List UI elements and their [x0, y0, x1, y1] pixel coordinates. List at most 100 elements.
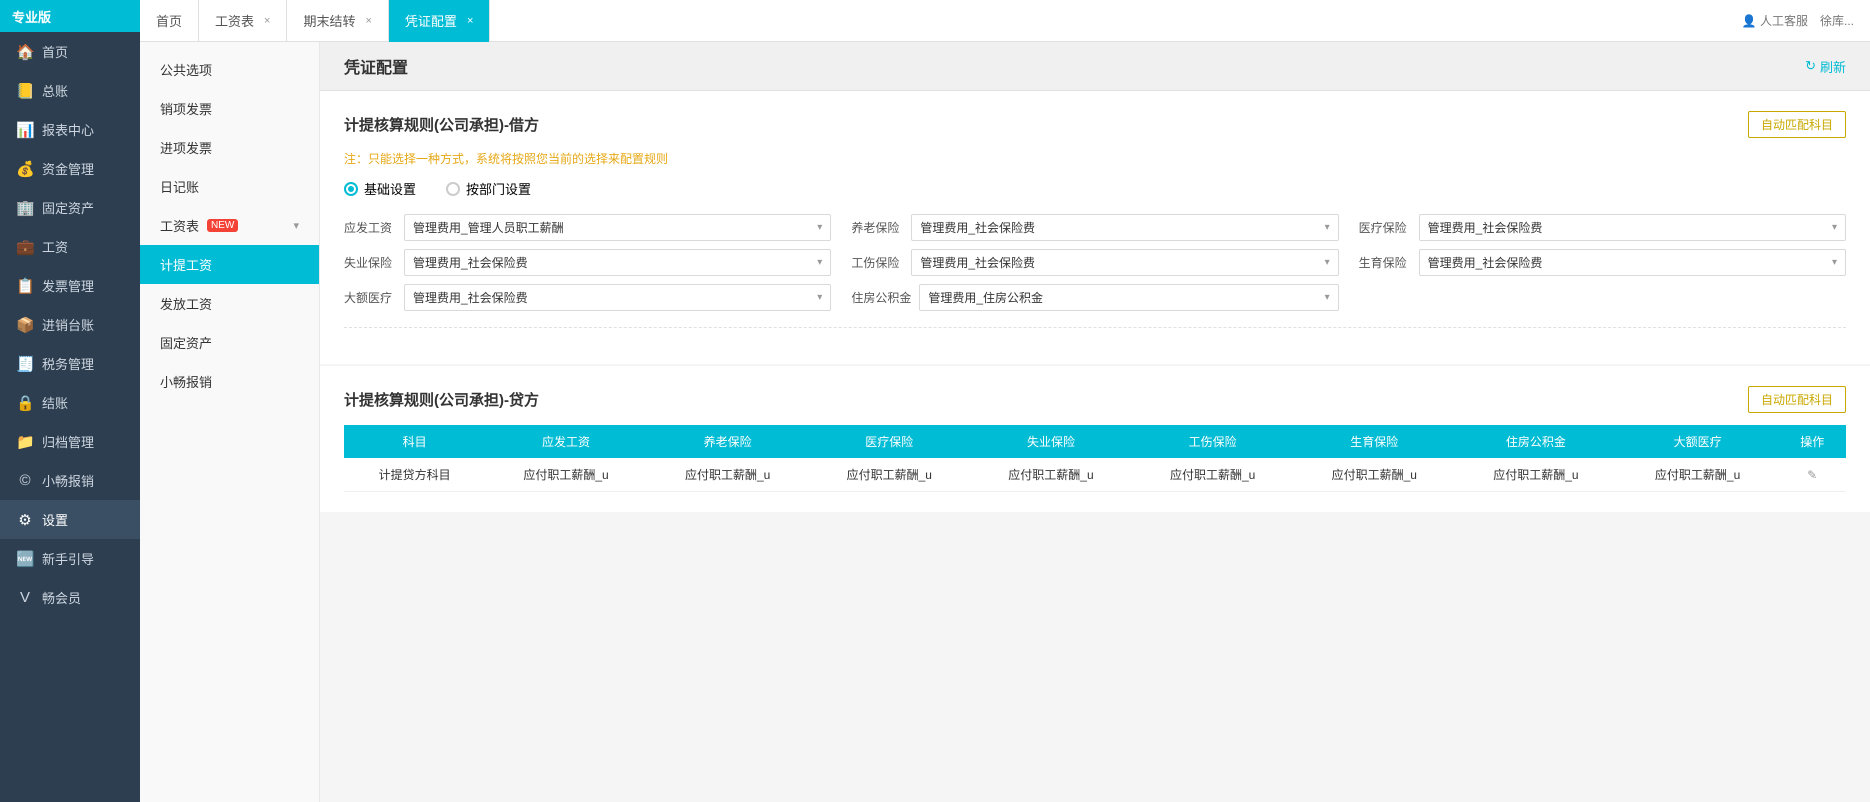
sidebar-label-funds: 资金管理 — [42, 159, 94, 178]
tab-voucher-config[interactable]: 凭证配置 × — [389, 0, 490, 42]
sidebar-item-ledger[interactable]: 📒 总账 — [0, 71, 140, 110]
th-shengyu: 生育保险 — [1293, 425, 1455, 458]
td-yanglao: 应付职工薪酬_u — [647, 458, 809, 492]
select-gjj[interactable]: 管理费用_住房公积金 ▾ — [919, 284, 1338, 311]
sidebar-item-close[interactable]: 🔒 结账 — [0, 383, 140, 422]
left-nav-calc-salary[interactable]: 计提工资 — [140, 245, 319, 284]
label-yiliao: 医疗保险 — [1359, 219, 1411, 236]
left-nav-pay-salary[interactable]: 发放工资 — [140, 284, 319, 323]
page-title: 凭证配置 — [344, 54, 408, 78]
select-yingfa[interactable]: 管理费用_管理人员职工薪酬 ▾ — [404, 214, 831, 241]
sidebar-item-salary[interactable]: 💼 工资 — [0, 227, 140, 266]
radio-dept-label: 按部门设置 — [466, 179, 531, 198]
sidebar-item-member[interactable]: V 畅会员 — [0, 578, 140, 617]
debit-field-empty — [1359, 284, 1846, 311]
debit-field-gjj: 住房公积金 管理费用_住房公积金 ▾ — [851, 284, 1338, 311]
funds-icon: 💰 — [16, 160, 34, 178]
select-daeyiliao-value: 管理费用_社会保险费 — [413, 289, 528, 306]
sidebar-item-xreport[interactable]: © 小畅报销 — [0, 461, 140, 500]
section-divider — [344, 327, 1846, 328]
debit-auto-match-button[interactable]: 自动匹配科目 — [1748, 111, 1846, 138]
debit-form-row-3: 大额医疗 管理费用_社会保险费 ▾ 住房公积金 管理费用_住房公积金 ▾ — [344, 284, 1846, 311]
tab-salary-table-close[interactable]: × — [264, 15, 270, 27]
credit-auto-match-button[interactable]: 自动匹配科目 — [1748, 386, 1846, 413]
invoice-icon: 📋 — [16, 277, 34, 295]
sidebar-item-reports[interactable]: 📊 报表中心 — [0, 110, 140, 149]
sidebar-item-funds[interactable]: 💰 资金管理 — [0, 149, 140, 188]
sidebar-item-archive[interactable]: 📁 归档管理 — [0, 422, 140, 461]
select-yingfa-value: 管理费用_管理人员职工薪酬 — [413, 219, 564, 236]
refresh-button[interactable]: ↻ 刷新 — [1805, 57, 1846, 76]
radio-basic[interactable]: 基础设置 — [344, 179, 416, 198]
chevron-yiliao-icon: ▾ — [1832, 222, 1837, 233]
tax-icon: 🧾 — [16, 355, 34, 373]
debit-section: 计提核算规则(公司承担)-借方 自动匹配科目 注：只能选择一种方式，系统将按照您… — [320, 91, 1870, 364]
select-daeyiliao[interactable]: 管理费用_社会保险费 ▾ — [404, 284, 831, 311]
left-nav-purchase-invoice[interactable]: 进项发票 — [140, 128, 319, 167]
left-nav-journal[interactable]: 日记账 — [140, 167, 319, 206]
left-nav-fixed-assets[interactable]: 固定资产 — [140, 323, 319, 362]
sidebar-item-assets[interactable]: 🏢 固定资产 — [0, 188, 140, 227]
th-gongshang: 工伤保险 — [1132, 425, 1294, 458]
sidebar-item-purchase[interactable]: 📦 进销台账 — [0, 305, 140, 344]
td-yingfa: 应付职工薪酬_u — [485, 458, 647, 492]
td-shiye: 应付职工薪酬_u — [970, 458, 1132, 492]
main-content: 凭证配置 ↻ 刷新 计提核算规则(公司承担)-借方 自动匹配科目 注：只能选择一… — [320, 42, 1870, 802]
label-gongshang: 工伤保险 — [851, 254, 903, 271]
td-action[interactable]: ✎ — [1778, 458, 1846, 492]
chevron-gongshang-icon: ▾ — [1325, 257, 1330, 268]
debit-section-title: 计提核算规则(公司承担)-借方 — [344, 114, 539, 135]
app-logo: 专业版 — [0, 0, 140, 32]
select-gongshang[interactable]: 管理费用_社会保险费 ▾ — [911, 249, 1338, 276]
edit-icon[interactable]: ✎ — [1807, 468, 1817, 482]
table-row: 计提贷方科目 应付职工薪酬_u 应付职工薪酬_u 应付职工薪酬_u 应付职工薪酬… — [344, 458, 1846, 492]
debit-field-shengyu: 生育保险 管理费用_社会保险费 ▾ — [1359, 249, 1846, 276]
debit-field-shiye: 失业保险 管理费用_社会保险费 ▾ — [344, 249, 831, 276]
chevron-shengyu-icon: ▾ — [1832, 257, 1837, 268]
left-nav-public[interactable]: 公共选项 — [140, 50, 319, 89]
left-nav-sales-invoice[interactable]: 销项发票 — [140, 89, 319, 128]
sidebar-item-tax[interactable]: 🧾 税务管理 — [0, 344, 140, 383]
select-yanglao[interactable]: 管理费用_社会保险费 ▾ — [911, 214, 1338, 241]
td-yiliao: 应付职工薪酬_u — [808, 458, 970, 492]
sidebar-label-assets: 固定资产 — [42, 198, 94, 217]
th-daeyiliao: 大额医疗 — [1617, 425, 1779, 458]
ledger-icon: 📒 — [16, 82, 34, 100]
left-nav-xiaochang-label: 小畅报销 — [160, 372, 212, 391]
member-icon: V — [16, 589, 34, 606]
tab-voucher-config-close[interactable]: × — [467, 15, 473, 27]
sidebar-label-member: 畅会员 — [42, 588, 81, 607]
sidebar-item-guide[interactable]: 🆕 新手引导 — [0, 539, 140, 578]
select-shiye-value: 管理费用_社会保险费 — [413, 254, 528, 271]
th-yingfa: 应发工资 — [485, 425, 647, 458]
left-nav-pay-salary-label: 发放工资 — [160, 294, 212, 313]
chevron-down-icon: ▾ — [293, 219, 299, 232]
th-yanglao: 养老保险 — [647, 425, 809, 458]
tab-period-close-close[interactable]: × — [365, 15, 371, 27]
tab-period-close[interactable]: 期末结转 × — [287, 0, 388, 42]
th-subject: 科目 — [344, 425, 485, 458]
tab-period-close-label: 期末结转 — [303, 11, 355, 30]
left-nav-public-label: 公共选项 — [160, 60, 212, 79]
left-nav-xiaochang[interactable]: 小畅报销 — [140, 362, 319, 401]
user-label: 徐库... — [1820, 12, 1854, 29]
sidebar-item-invoice[interactable]: 📋 发票管理 — [0, 266, 140, 305]
td-gongshang: 应付职工薪酬_u — [1132, 458, 1294, 492]
select-shengyu[interactable]: 管理费用_社会保险费 ▾ — [1419, 249, 1846, 276]
tab-salary-table[interactable]: 工资表 × — [199, 0, 287, 42]
left-nav-salary-table[interactable]: 工资表 NEW ▾ — [140, 206, 319, 245]
select-gjj-value: 管理费用_住房公积金 — [928, 289, 1043, 306]
tab-home[interactable]: 首页 — [140, 0, 199, 42]
left-nav-journal-label: 日记账 — [160, 177, 199, 196]
th-shiye: 失业保险 — [970, 425, 1132, 458]
select-yiliao[interactable]: 管理费用_社会保险费 ▾ — [1419, 214, 1846, 241]
sidebar: 专业版 🏠 首页 📒 总账 📊 报表中心 💰 资金管理 🏢 固定资产 💼 工资 … — [0, 0, 140, 802]
sidebar-label-home: 首页 — [42, 42, 68, 61]
sidebar-item-settings[interactable]: ⚙ 设置 — [0, 500, 140, 539]
sidebar-label-reports: 报表中心 — [42, 120, 94, 139]
sidebar-label-purchase: 进销台账 — [42, 315, 94, 334]
select-shiye[interactable]: 管理费用_社会保险费 ▾ — [404, 249, 831, 276]
new-badge: NEW — [207, 219, 238, 232]
sidebar-item-home[interactable]: 🏠 首页 — [0, 32, 140, 71]
radio-dept[interactable]: 按部门设置 — [446, 179, 531, 198]
